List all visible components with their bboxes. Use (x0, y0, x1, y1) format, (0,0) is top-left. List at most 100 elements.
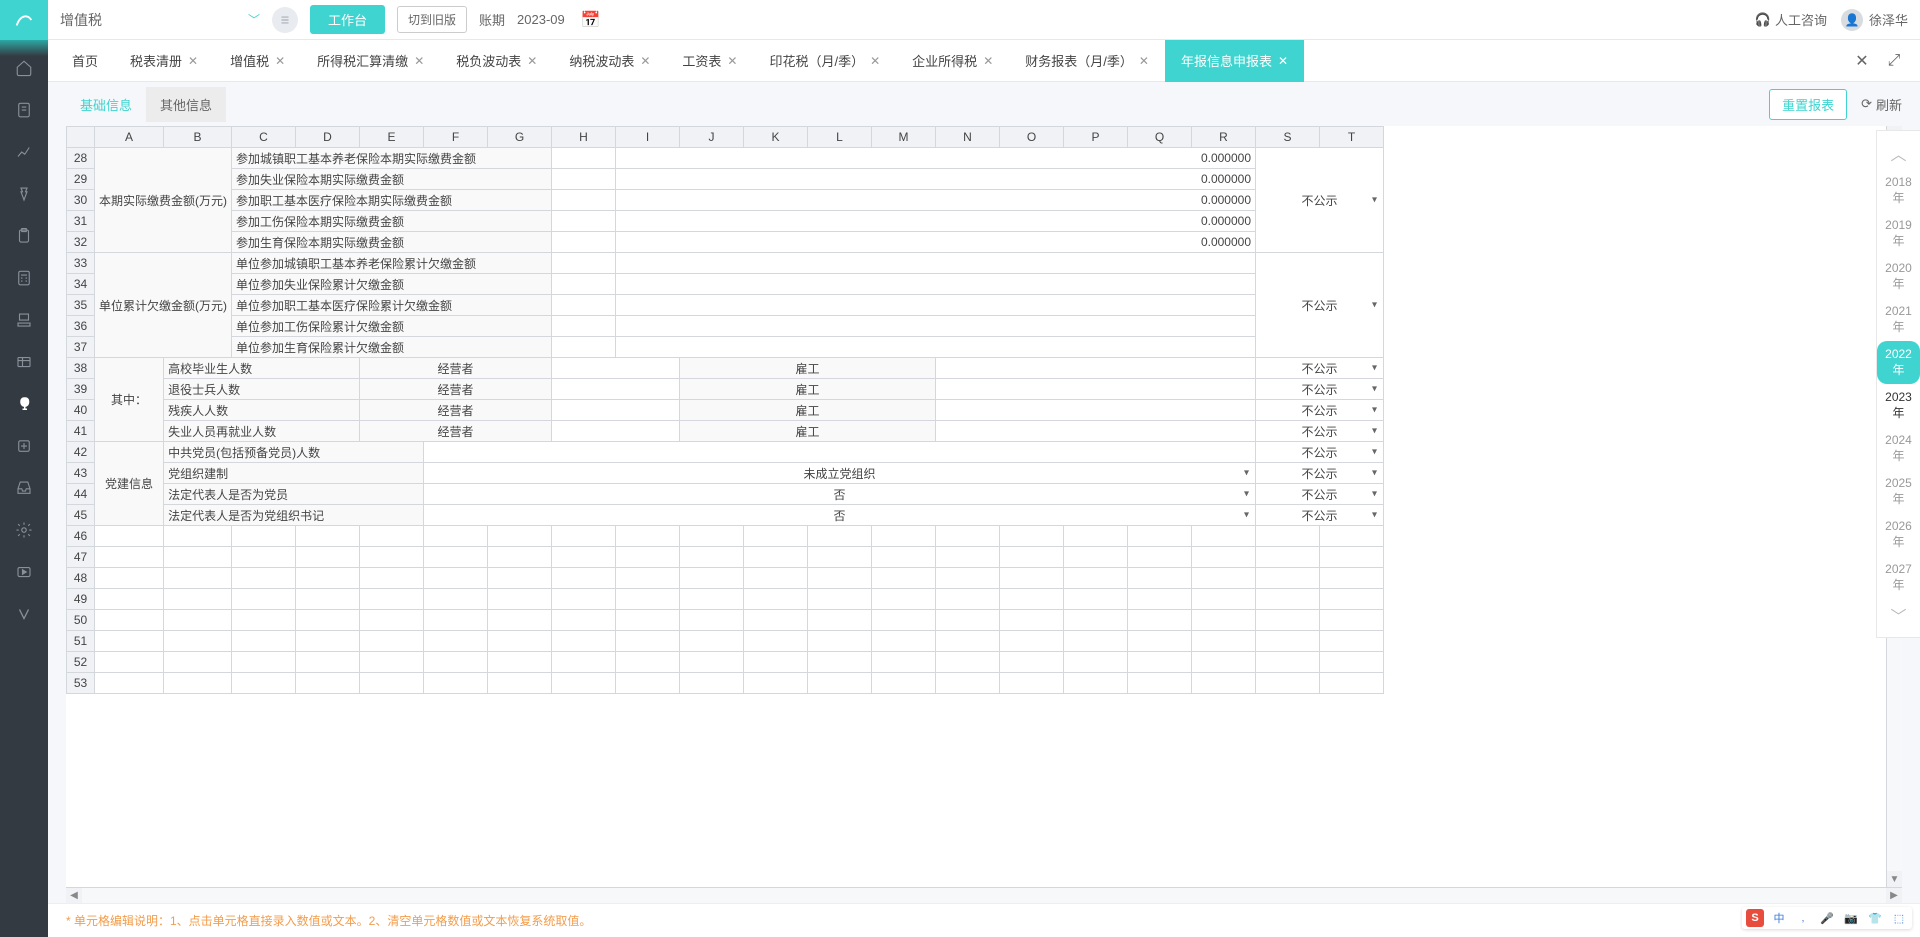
cell[interactable] (164, 589, 232, 610)
cell[interactable] (360, 589, 424, 610)
cell[interactable] (1000, 526, 1064, 547)
calculator-icon[interactable] (14, 268, 34, 288)
cell[interactable] (296, 673, 360, 694)
cell[interactable] (872, 526, 936, 547)
cell[interactable] (616, 274, 1256, 295)
cell[interactable] (552, 631, 616, 652)
publish-dropdown[interactable]: 不公示 (1256, 253, 1384, 358)
cell[interactable] (296, 652, 360, 673)
tab[interactable]: 财务报表（月/季）✕ (1009, 40, 1165, 82)
cell[interactable] (552, 253, 616, 274)
row-header[interactable]: 30 (67, 190, 95, 211)
cell[interactable] (552, 358, 680, 379)
row-header[interactable]: 29 (67, 169, 95, 190)
cell[interactable] (616, 526, 680, 547)
cell[interactable] (488, 610, 552, 631)
column-header[interactable]: Q (1128, 127, 1192, 148)
cell[interactable] (232, 589, 296, 610)
cell[interactable] (872, 610, 936, 631)
cell[interactable] (95, 547, 164, 568)
year-item[interactable]: 2026年 (1877, 513, 1920, 556)
cell[interactable] (808, 526, 872, 547)
row-header[interactable]: 44 (67, 484, 95, 505)
close-icon[interactable]: ✕ (870, 54, 880, 68)
column-header[interactable]: O (1000, 127, 1064, 148)
v-icon[interactable] (14, 604, 34, 624)
cell[interactable] (744, 652, 808, 673)
cell[interactable] (164, 652, 232, 673)
tab[interactable]: 企业所得税✕ (896, 40, 1009, 82)
cell[interactable] (95, 610, 164, 631)
cell[interactable] (936, 673, 1000, 694)
cell[interactable] (616, 316, 1256, 337)
cell[interactable] (680, 631, 744, 652)
row-header[interactable]: 46 (67, 526, 95, 547)
cell[interactable] (424, 631, 488, 652)
cell[interactable] (296, 589, 360, 610)
cell[interactable] (552, 400, 680, 421)
cell[interactable] (744, 631, 808, 652)
row-header[interactable]: 43 (67, 463, 95, 484)
value-cell[interactable]: 0.000000 (616, 190, 1256, 211)
cell[interactable] (95, 631, 164, 652)
column-header[interactable]: R (1192, 127, 1256, 148)
close-icon[interactable]: ✕ (1139, 54, 1149, 68)
column-header[interactable]: G (488, 127, 552, 148)
home-icon[interactable] (14, 58, 34, 78)
cell[interactable] (616, 568, 680, 589)
cell[interactable] (552, 526, 616, 547)
cell[interactable] (424, 610, 488, 631)
cell[interactable] (1256, 589, 1320, 610)
close-icon[interactable]: ✕ (983, 54, 993, 68)
row-header[interactable]: 50 (67, 610, 95, 631)
cell[interactable] (616, 337, 1256, 358)
cell[interactable] (1256, 631, 1320, 652)
cell[interactable] (1256, 652, 1320, 673)
close-tab-button[interactable]: ✕ (1850, 49, 1874, 73)
cell[interactable] (872, 673, 936, 694)
row-header[interactable]: 38 (67, 358, 95, 379)
cell[interactable] (164, 673, 232, 694)
cell[interactable] (616, 589, 680, 610)
column-header[interactable]: B (164, 127, 232, 148)
cell[interactable] (1000, 673, 1064, 694)
cell[interactable] (488, 652, 552, 673)
year-down-icon[interactable]: ﹀ (1886, 599, 1910, 631)
year-item[interactable]: 2027年 (1877, 556, 1920, 599)
cell[interactable] (1128, 589, 1192, 610)
row-header[interactable]: 45 (67, 505, 95, 526)
publish-dropdown[interactable]: 不公示 (1256, 421, 1384, 442)
cell[interactable] (936, 610, 1000, 631)
cell[interactable] (616, 673, 680, 694)
cell[interactable] (1256, 547, 1320, 568)
consult-button[interactable]: 🎧 人工咨询 (1755, 10, 1827, 29)
cell[interactable] (936, 568, 1000, 589)
cell[interactable] (936, 358, 1256, 379)
cell[interactable] (1064, 610, 1128, 631)
cell[interactable] (1000, 568, 1064, 589)
subtab-basic[interactable]: 基础信息 (66, 87, 146, 122)
cell[interactable] (232, 547, 296, 568)
year-item[interactable]: 2018年 (1877, 169, 1920, 212)
publish-dropdown[interactable]: 不公示 (1256, 463, 1384, 484)
cell[interactable] (1000, 547, 1064, 568)
ime-item[interactable]: ⬚ (1890, 909, 1908, 927)
grid-icon[interactable] (14, 352, 34, 372)
cell[interactable] (1192, 526, 1256, 547)
publish-dropdown[interactable]: 不公示 (1256, 148, 1384, 253)
cell[interactable] (164, 610, 232, 631)
cell[interactable] (1128, 568, 1192, 589)
cell[interactable] (232, 526, 296, 547)
tab[interactable]: 年报信息申报表✕ (1165, 40, 1304, 82)
year-item[interactable]: 2019年 (1877, 212, 1920, 255)
value-dropdown[interactable]: 否 (424, 484, 1256, 505)
ime-item[interactable]: S (1746, 909, 1764, 927)
cell[interactable] (296, 631, 360, 652)
column-header[interactable]: F (424, 127, 488, 148)
column-header[interactable]: C (232, 127, 296, 148)
cell[interactable] (488, 631, 552, 652)
cell[interactable] (424, 673, 488, 694)
row-header[interactable]: 48 (67, 568, 95, 589)
cell[interactable] (552, 421, 680, 442)
cell[interactable] (680, 610, 744, 631)
